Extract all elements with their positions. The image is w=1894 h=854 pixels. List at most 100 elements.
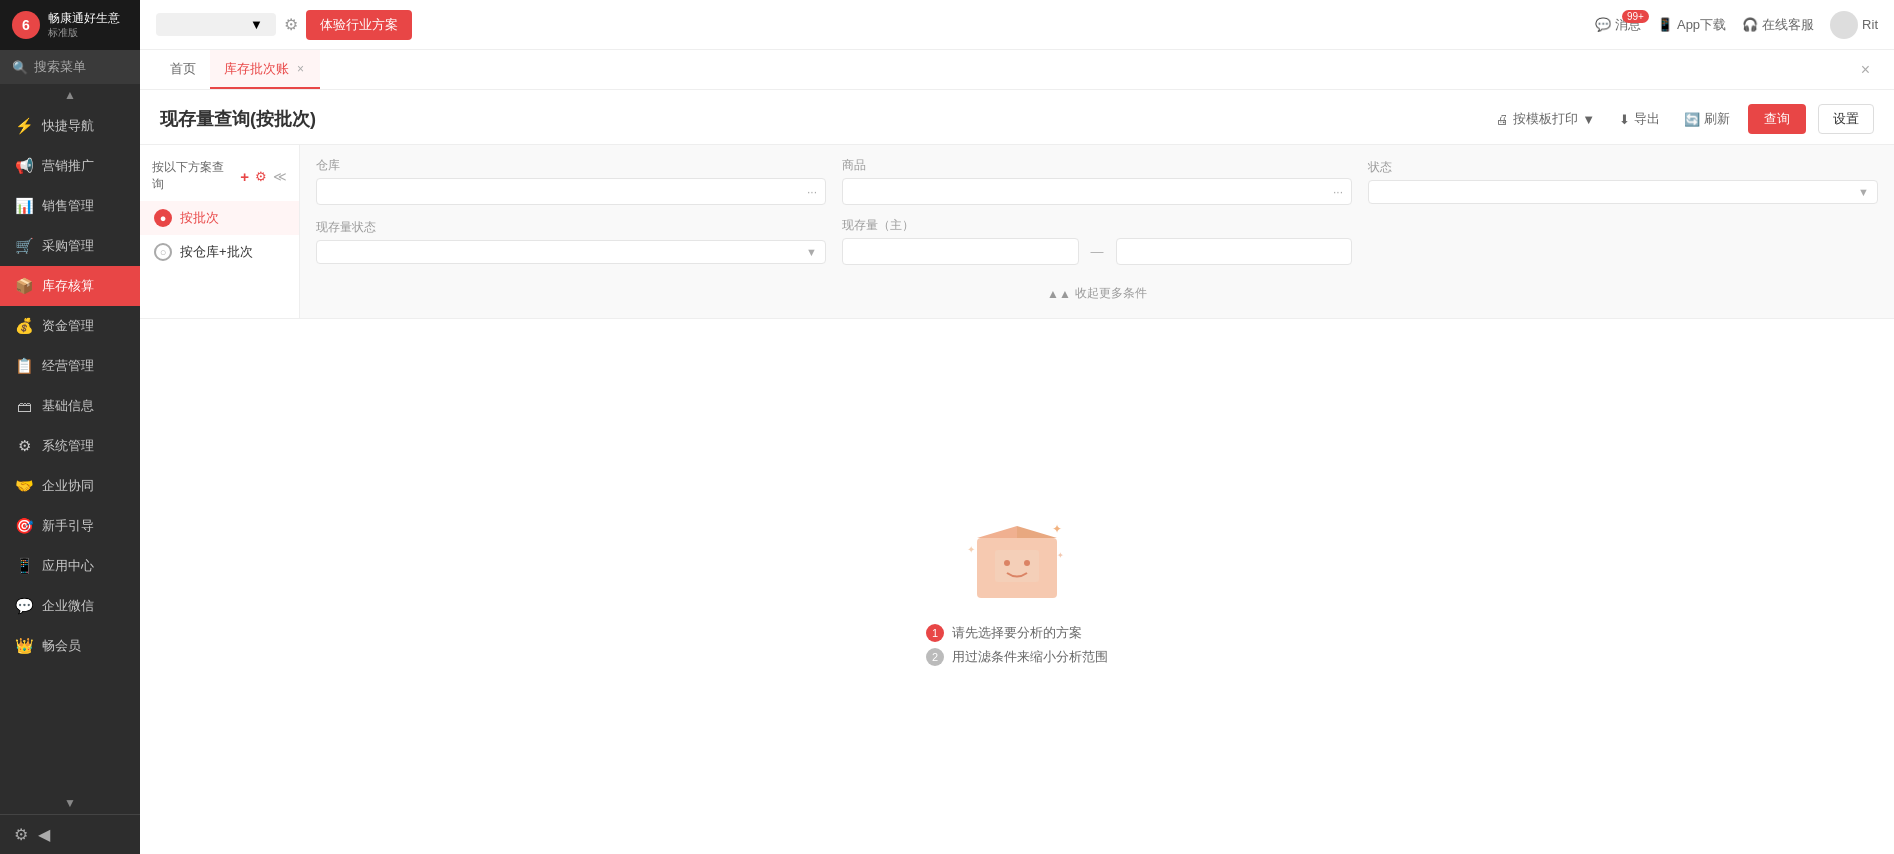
marketing-icon: 📢	[14, 156, 34, 176]
online-service-label: 在线客服	[1762, 16, 1814, 34]
sidebar-item-basic-info[interactable]: 🗃 基础信息	[0, 386, 140, 426]
collapse-sidebar-icon[interactable]: ◀	[38, 825, 50, 844]
topbar-dropdown-icon: ▼	[250, 17, 263, 32]
qty-max-wrapper[interactable]	[1116, 238, 1353, 265]
member-icon: 👑	[14, 636, 34, 656]
inventory-status-field: 现存量状态 ▼	[316, 219, 826, 264]
nav-label: 快捷导航	[42, 117, 94, 135]
empty-state: ✦ ✦ ✦ 1 请先选择要分析的方案 2 用过滤条件来缩小分析范围	[140, 319, 1894, 854]
collapse-more-btn[interactable]: ▲▲ 收起更多条件	[316, 277, 1878, 306]
settings-icon[interactable]: ⚙	[14, 825, 28, 844]
scroll-up-button[interactable]: ▲	[0, 84, 140, 106]
empty-tips: 1 请先选择要分析的方案 2 用过滤条件来缩小分析范围	[926, 624, 1108, 666]
sidebar-item-app-center[interactable]: 📱 应用中心	[0, 546, 140, 586]
finance-icon: 💰	[14, 316, 34, 336]
warehouse-input[interactable]	[325, 184, 801, 199]
sidebar-item-quick-nav[interactable]: ⚡ 快捷导航	[0, 106, 140, 146]
settings-btn[interactable]: 设置	[1818, 104, 1874, 134]
filter-add-icon[interactable]: +	[240, 168, 249, 185]
user-menu[interactable]: Rit	[1830, 11, 1878, 39]
qty-min-input[interactable]	[851, 244, 1070, 259]
svg-text:✦: ✦	[1052, 522, 1062, 536]
print-btn[interactable]: 🖨 按模板打印 ▼	[1490, 106, 1601, 132]
svg-point-4	[1004, 560, 1010, 566]
sidebar-item-system[interactable]: ⚙ 系统管理	[0, 426, 140, 466]
sidebar-item-marketing[interactable]: 📢 营销推广	[0, 146, 140, 186]
filter-settings-icon[interactable]: ⚙	[255, 169, 267, 184]
tab-home[interactable]: 首页	[156, 50, 210, 89]
operations-icon: 📋	[14, 356, 34, 376]
scheme-active-icon: ●	[154, 209, 172, 227]
sales-icon: 📊	[14, 196, 34, 216]
nav-label: 系统管理	[42, 437, 94, 455]
product-input-wrapper[interactable]: ···	[842, 178, 1352, 205]
user-name: Rit	[1862, 17, 1878, 32]
sidebar-item-purchase[interactable]: 🛒 采购管理	[0, 226, 140, 266]
experience-btn[interactable]: 体验行业方案	[306, 10, 412, 40]
empty-illustration: ✦ ✦ ✦	[957, 508, 1077, 608]
nav-label: 经营管理	[42, 357, 94, 375]
message-btn[interactable]: 💬 消息 99+	[1595, 16, 1641, 34]
sidebar-bottom: ⚙ ◀	[0, 814, 140, 854]
headset-icon: 🎧	[1742, 17, 1758, 32]
query-btn[interactable]: 查询	[1748, 104, 1806, 134]
sidebar-item-finance[interactable]: 💰 资金管理	[0, 306, 140, 346]
collapse-up-icon: ▲▲	[1047, 287, 1071, 301]
tab-home-label: 首页	[170, 60, 196, 78]
sidebar-item-sales[interactable]: 📊 销售管理	[0, 186, 140, 226]
status-select[interactable]: ▼	[1368, 180, 1878, 204]
brand-name: 畅康通好生意	[48, 11, 120, 27]
status-label: 状态	[1368, 159, 1878, 176]
topbar-search-input[interactable]	[166, 17, 246, 32]
sidebar-item-inventory[interactable]: 📦 库存核算	[0, 266, 140, 306]
new-guide-icon: 🎯	[14, 516, 34, 536]
tabbar: 首页 库存批次账 × ×	[140, 50, 1894, 90]
sidebar-item-member[interactable]: 👑 畅会员	[0, 626, 140, 666]
scheme-item-warehouse-batch[interactable]: ○ 按仓库+批次	[140, 235, 299, 269]
collapse-label: 收起更多条件	[1075, 285, 1147, 302]
search-label: 搜索菜单	[34, 58, 86, 76]
topbar-search-wrapper[interactable]: ▼	[156, 13, 276, 36]
topbar-settings-icon[interactable]: ⚙	[284, 15, 298, 34]
tab-inventory-batch[interactable]: 库存批次账 ×	[210, 50, 320, 89]
filter-row-2: 现存量状态 ▼ 现存量（主） —	[316, 217, 1878, 265]
qty-min-wrapper[interactable]	[842, 238, 1079, 265]
filter-sidebar-title: 按以下方案查询	[152, 159, 234, 193]
warehouse-more-icon[interactable]: ···	[807, 185, 817, 199]
page-close-btn[interactable]: ×	[1853, 57, 1878, 83]
app-center-icon: 📱	[14, 556, 34, 576]
scheme-inactive-icon: ○	[154, 243, 172, 261]
sidebar-search[interactable]: 🔍 搜索菜单	[0, 50, 140, 84]
refresh-label: 刷新	[1704, 110, 1730, 128]
inventory-status-label: 现存量状态	[316, 219, 826, 236]
svg-text:✦: ✦	[1057, 551, 1064, 560]
brand-sub: 标准版	[48, 26, 120, 39]
nav-label: 库存核算	[42, 277, 94, 295]
product-input[interactable]	[851, 184, 1327, 199]
inventory-status-select[interactable]: ▼	[316, 240, 826, 264]
sidebar-item-operations[interactable]: 📋 经营管理	[0, 346, 140, 386]
warehouse-label: 仓库	[316, 157, 826, 174]
qty-max-input[interactable]	[1125, 244, 1344, 259]
sidebar-item-new-guide[interactable]: 🎯 新手引导	[0, 506, 140, 546]
sidebar-item-wechat[interactable]: 💬 企业微信	[0, 586, 140, 626]
search-icon: 🔍	[12, 60, 28, 75]
refresh-btn[interactable]: 🔄 刷新	[1678, 106, 1736, 132]
content-header: 现存量查询(按批次) 🖨 按模板打印 ▼ ⬇ 导出 🔄 刷新 查询 设置	[140, 90, 1894, 145]
scroll-down-button[interactable]: ▼	[0, 792, 140, 814]
message-icon: 💬	[1595, 17, 1611, 32]
product-more-icon[interactable]: ···	[1333, 185, 1343, 199]
empty-tip-1: 1 请先选择要分析的方案	[926, 624, 1108, 642]
app-download-btn[interactable]: 📱 App下载	[1657, 16, 1726, 34]
tab-close-btn[interactable]: ×	[295, 60, 306, 78]
filter-collapse-icon[interactable]: ≪	[273, 169, 287, 184]
purchase-icon: 🛒	[14, 236, 34, 256]
sidebar-item-enterprise[interactable]: 🤝 企业协同	[0, 466, 140, 506]
nav-label: 基础信息	[42, 397, 94, 415]
export-btn[interactable]: ⬇ 导出	[1613, 106, 1666, 132]
online-service-btn[interactable]: 🎧 在线客服	[1742, 16, 1814, 34]
warehouse-input-wrapper[interactable]: ···	[316, 178, 826, 205]
scheme-item-batch[interactable]: ● 按批次	[140, 201, 299, 235]
tip-text-1: 请先选择要分析的方案	[952, 624, 1082, 642]
empty-tip-2: 2 用过滤条件来缩小分析范围	[926, 648, 1108, 666]
